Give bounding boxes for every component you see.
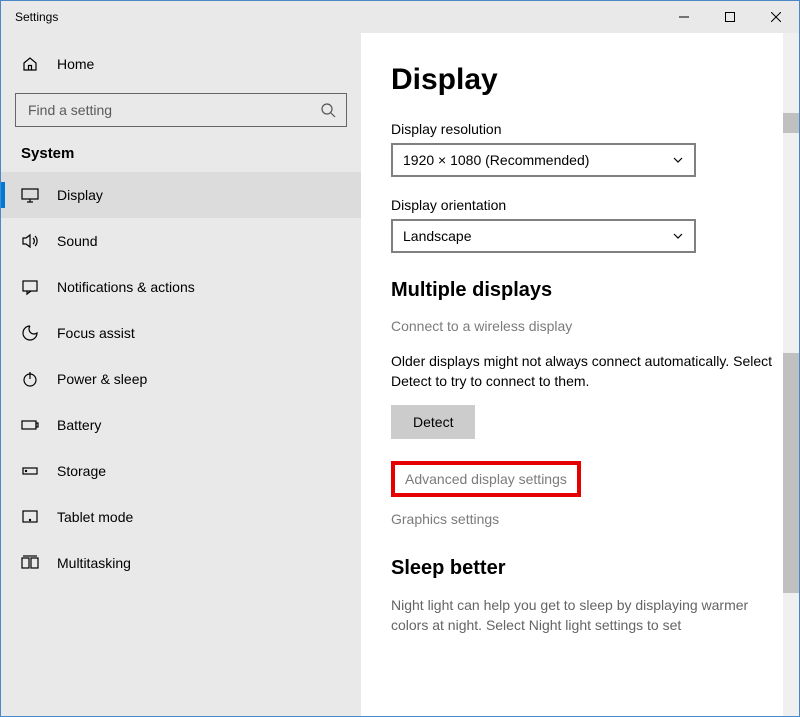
sidebar-item-notifications[interactable]: Notifications & actions: [1, 264, 361, 310]
sidebar-item-label: Focus assist: [57, 325, 135, 341]
advanced-display-link[interactable]: Advanced display settings: [405, 471, 567, 487]
sidebar-item-label: Battery: [57, 417, 101, 433]
sidebar-item-label: Tablet mode: [57, 509, 133, 525]
resolution-dropdown[interactable]: 1920 × 1080 (Recommended): [391, 143, 696, 177]
sidebar-item-label: Display: [57, 187, 103, 203]
sidebar-item-battery[interactable]: Battery: [1, 402, 361, 448]
search-box[interactable]: [15, 93, 347, 127]
tablet-icon: [21, 508, 39, 526]
category-heading: System: [1, 145, 361, 172]
battery-icon: [21, 416, 39, 434]
focus-assist-icon: [21, 324, 39, 342]
sound-icon: [21, 232, 39, 250]
sidebar: Home System Display: [1, 33, 361, 716]
sidebar-item-storage[interactable]: Storage: [1, 448, 361, 494]
window-title: Settings: [1, 10, 58, 24]
sidebar-item-focus-assist[interactable]: Focus assist: [1, 310, 361, 356]
scroll-thumb[interactable]: [783, 353, 799, 593]
multiple-displays-heading: Multiple displays: [391, 279, 799, 302]
display-icon: [21, 186, 39, 204]
multitasking-icon: [21, 554, 39, 572]
minimize-button[interactable]: [661, 1, 707, 33]
orientation-value: Landscape: [403, 228, 472, 244]
power-icon: [21, 370, 39, 388]
sidebar-item-tablet[interactable]: Tablet mode: [1, 494, 361, 540]
wireless-display-link[interactable]: Connect to a wireless display: [391, 318, 799, 334]
detect-button[interactable]: Detect: [391, 405, 475, 439]
sleep-description: Night light can help you get to sleep by…: [391, 596, 799, 635]
home-label: Home: [57, 56, 94, 72]
scroll-up-arrow[interactable]: [783, 113, 799, 133]
sidebar-item-sound[interactable]: Sound: [1, 218, 361, 264]
home-icon: [21, 55, 39, 73]
titlebar: Settings: [1, 1, 799, 33]
search-icon: [320, 102, 336, 118]
resolution-label: Display resolution: [391, 121, 799, 137]
chevron-down-icon: [672, 154, 684, 166]
sidebar-item-label: Power & sleep: [57, 371, 147, 387]
sidebar-item-label: Multitasking: [57, 555, 131, 571]
detect-description: Older displays might not always connect …: [391, 352, 799, 391]
highlight-annotation: Advanced display settings: [391, 461, 581, 497]
main-panel: Display Display resolution 1920 × 1080 (…: [361, 33, 799, 716]
home-nav[interactable]: Home: [1, 47, 361, 87]
storage-icon: [21, 462, 39, 480]
orientation-label: Display orientation: [391, 197, 799, 213]
graphics-settings-link[interactable]: Graphics settings: [391, 511, 799, 527]
sidebar-item-multitasking[interactable]: Multitasking: [1, 540, 361, 586]
sidebar-item-label: Notifications & actions: [57, 279, 195, 295]
search-input[interactable]: [26, 101, 320, 119]
sidebar-item-display[interactable]: Display: [1, 172, 361, 218]
resolution-value: 1920 × 1080 (Recommended): [403, 152, 589, 168]
sidebar-item-label: Storage: [57, 463, 106, 479]
chevron-down-icon: [672, 230, 684, 242]
maximize-button[interactable]: [707, 1, 753, 33]
scrollbar[interactable]: [783, 33, 799, 716]
page-title: Display: [391, 63, 799, 97]
orientation-dropdown[interactable]: Landscape: [391, 219, 696, 253]
notifications-icon: [21, 278, 39, 296]
sidebar-item-power[interactable]: Power & sleep: [1, 356, 361, 402]
sidebar-item-label: Sound: [57, 233, 97, 249]
close-button[interactable]: [753, 1, 799, 33]
sleep-better-heading: Sleep better: [391, 557, 799, 580]
